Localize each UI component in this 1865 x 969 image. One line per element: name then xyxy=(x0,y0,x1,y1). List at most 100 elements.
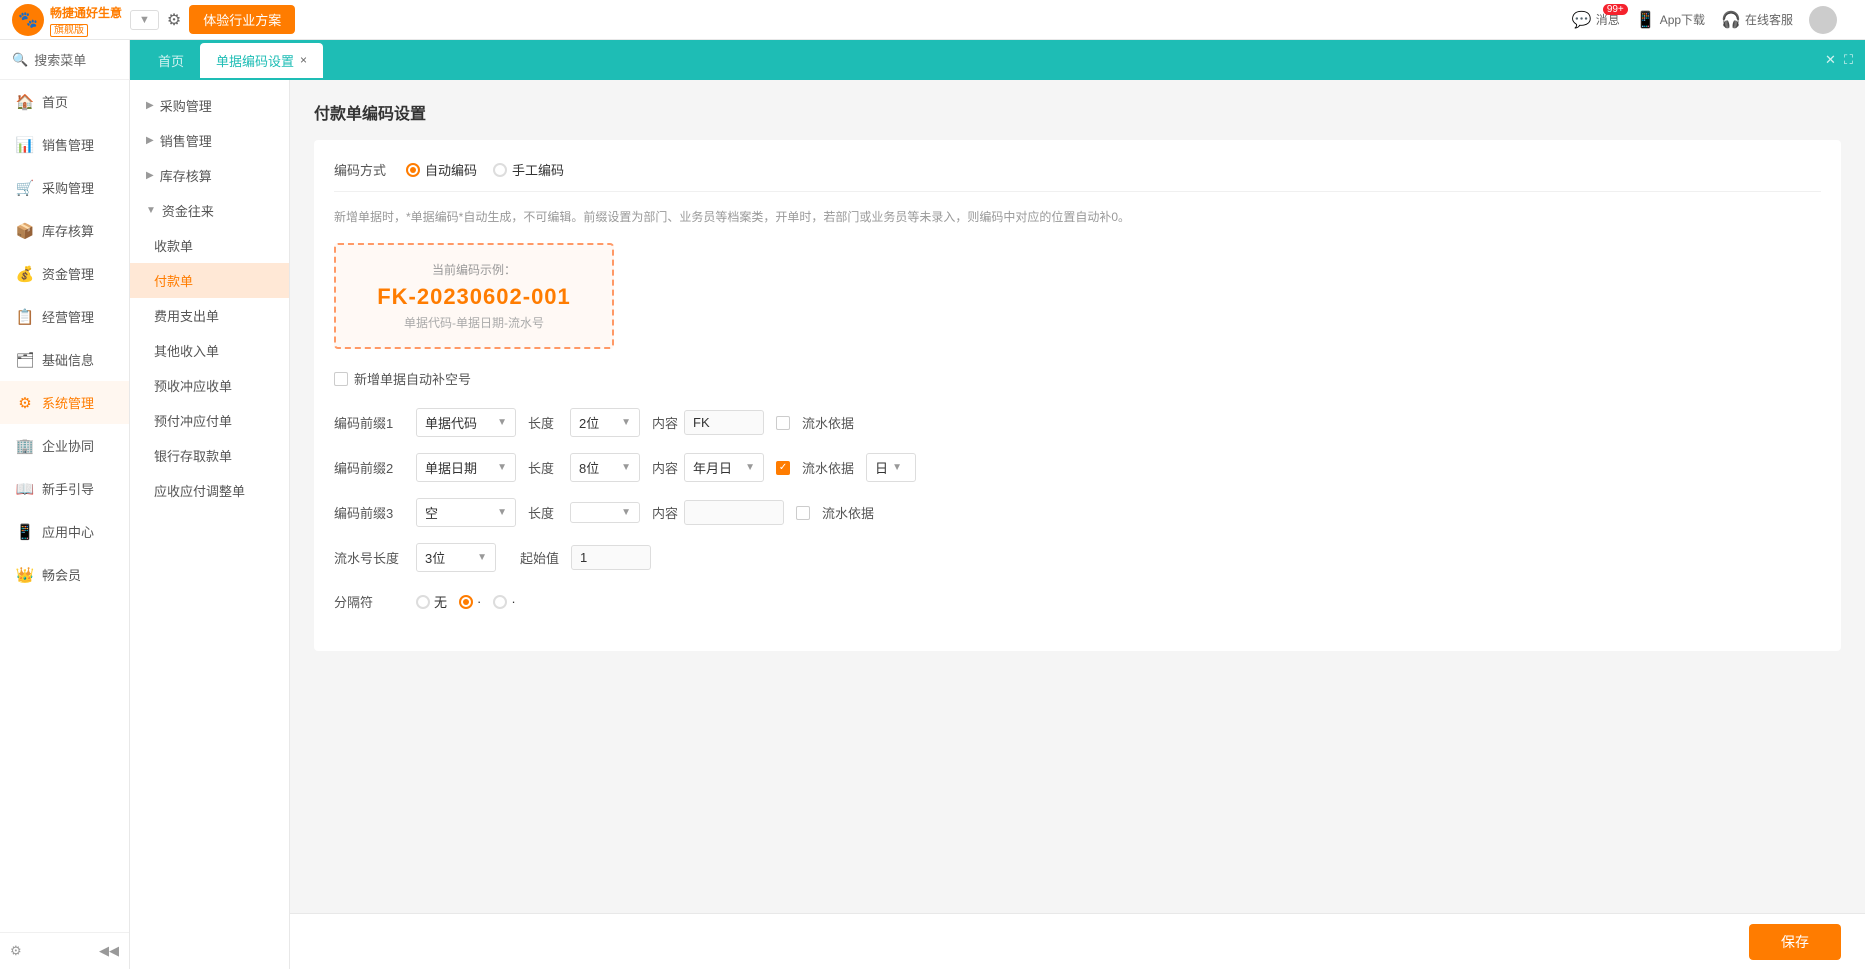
sub-item-prepay-recv[interactable]: 预收冲应收单 xyxy=(130,368,289,403)
gear-btn[interactable]: ⚙ xyxy=(167,10,181,30)
sub-group-finance-title[interactable]: ▼ 资金往来 xyxy=(130,193,289,228)
sidebar-item-base[interactable]: 🗂 基础信息 xyxy=(0,338,129,381)
sidebar-item-purchase-label: 采购管理 xyxy=(42,178,94,197)
finance-icon: 💰 xyxy=(16,265,34,283)
sub-group-inventory-label: 库存核算 xyxy=(160,166,212,185)
prefix-2-select[interactable]: 单据日期 ▼ xyxy=(416,453,516,482)
prefix-1-content-input[interactable] xyxy=(684,410,764,435)
prefix-3-flow-label: 流水依据 xyxy=(822,503,874,522)
logo-area: 🐾 畅捷通好生意 旗舰版 xyxy=(12,4,122,36)
prefix-1-select[interactable]: 单据代码 ▼ xyxy=(416,408,516,437)
sidebar-item-inventory[interactable]: 📦 库存核算 xyxy=(0,209,129,252)
sub-group-inventory-title[interactable]: ▶ 库存核算 xyxy=(130,158,289,193)
auto-fill-label: 新增单据自动补空号 xyxy=(354,369,471,388)
sidebar-item-sales[interactable]: 📊 销售管理 xyxy=(0,123,129,166)
sep-option-dot1[interactable]: · xyxy=(459,594,481,609)
avatar xyxy=(1809,6,1837,34)
settings-bottom-icon[interactable]: ⚙ xyxy=(10,943,22,959)
top-bar: 🐾 畅捷通好生意 旗舰版 ▼ ⚙ 体验行业方案 💬 消息 99+ 📱 App下载… xyxy=(0,0,1865,40)
top-bar-left: 🐾 畅捷通好生意 旗舰版 ▼ ⚙ 体验行业方案 xyxy=(12,4,295,36)
separator-label: 分隔符 xyxy=(334,592,404,611)
serial-length-value: 3位 xyxy=(425,548,445,567)
tab-encoding[interactable]: 单据编码设置 × xyxy=(200,43,323,78)
radio-auto-label: 自动编码 xyxy=(425,160,477,179)
collapse-icon[interactable]: ◀◀ xyxy=(99,943,119,959)
prefix-2-flow-checkbox[interactable] xyxy=(776,461,790,475)
msg-badge: 99+ xyxy=(1603,4,1628,15)
sub-item-prepay-pay[interactable]: 预付冲应付单 xyxy=(130,403,289,438)
sub-group-purchase-title[interactable]: ▶ 采购管理 xyxy=(130,88,289,123)
sidebar-item-app-label: 应用中心 xyxy=(42,522,94,541)
serial-length-select[interactable]: 3位 ▼ xyxy=(416,543,496,572)
sep-option-none[interactable]: 无 xyxy=(416,592,447,611)
serial-start-input[interactable] xyxy=(571,545,651,570)
tab-home-label: 首页 xyxy=(158,51,184,70)
sidebar-item-finance-label: 资金管理 xyxy=(42,264,94,283)
sub-item-payment[interactable]: 付款单 xyxy=(130,263,289,298)
sidebar-item-base-label: 基础信息 xyxy=(42,350,94,369)
sidebar-item-purchase[interactable]: 🛒 采购管理 xyxy=(0,166,129,209)
sidebar-item-corp[interactable]: 🏢 企业协同 xyxy=(0,424,129,467)
search-icon: 🔍 xyxy=(12,52,28,68)
prefix-1-content-label: 内容 xyxy=(652,413,678,432)
online-service[interactable]: 🎧 在线客服 xyxy=(1721,10,1793,30)
logo-text: 畅捷通好生意 旗舰版 xyxy=(50,4,122,36)
notice-text: 新增单据时，*单据编码*自动生成，不可编辑。前缀设置为部门、业务员等档案类，开单… xyxy=(334,208,1821,227)
radio-manual[interactable]: 手工编码 xyxy=(493,160,564,179)
radio-auto-dot xyxy=(406,163,420,177)
search-menu[interactable]: 🔍 搜索菜单 xyxy=(0,40,129,80)
prefix-1-label: 编码前缀1 xyxy=(334,413,404,432)
dropdown-btn[interactable]: ▼ xyxy=(130,10,159,30)
sub-item-income[interactable]: 其他收入单 xyxy=(130,333,289,368)
sub-item-adjust[interactable]: 应收应付调整单 xyxy=(130,473,289,508)
sidebar-item-member[interactable]: 👑 畅会员 xyxy=(0,553,129,596)
sidebar-item-operation[interactable]: 📋 经营管理 xyxy=(0,295,129,338)
tab-close-btn[interactable]: × xyxy=(300,53,307,67)
sidebar-item-member-label: 畅会员 xyxy=(42,565,81,584)
prefix-3-length-label: 长度 xyxy=(528,503,554,522)
sidebar-item-home[interactable]: 🏠 首页 xyxy=(0,80,129,123)
prefix-1-flow-checkbox[interactable] xyxy=(776,416,790,430)
sub-item-income-label: 其他收入单 xyxy=(154,344,219,359)
prefix-1-length-select[interactable]: 2位 ▼ xyxy=(570,408,640,437)
sep-option-dot2[interactable]: · xyxy=(493,594,515,609)
sidebar-item-guide-label: 新手引导 xyxy=(42,479,94,498)
prefix-2-date-select[interactable]: 日 ▼ xyxy=(866,453,916,482)
app-download[interactable]: 📱 App下载 xyxy=(1636,10,1705,30)
experience-button[interactable]: 体验行业方案 xyxy=(189,5,295,34)
sub-item-bank[interactable]: 银行存取款单 xyxy=(130,438,289,473)
radio-manual-label: 手工编码 xyxy=(512,160,564,179)
message-area[interactable]: 💬 消息 99+ xyxy=(1572,10,1620,30)
collapse-tab-icon[interactable]: ✕ xyxy=(1825,52,1836,68)
save-button[interactable]: 保存 xyxy=(1749,924,1841,960)
prefix-3-length-arrow-icon: ▼ xyxy=(621,507,631,518)
prefix-2-content-select[interactable]: 年月日 ▼ xyxy=(684,453,764,482)
prefix-3-flow-checkbox[interactable] xyxy=(796,506,810,520)
sub-group-sales-title[interactable]: ▶ 销售管理 xyxy=(130,123,289,158)
prefix-1-length-value: 2位 xyxy=(579,413,599,432)
prefix-1-length-arrow-icon: ▼ xyxy=(621,417,631,428)
prefix-2-date-arrow-icon: ▼ xyxy=(892,462,902,473)
sub-item-expense[interactable]: 费用支出单 xyxy=(130,298,289,333)
expand-tab-icon[interactable]: ⛶ xyxy=(1844,52,1853,68)
sep-options: 无 · · xyxy=(416,592,516,611)
radio-manual-dot xyxy=(493,163,507,177)
serial-row: 流水号长度 3位 ▼ 起始值 xyxy=(334,543,1821,572)
sidebar-item-finance[interactable]: 💰 资金管理 xyxy=(0,252,129,295)
sidebar-item-system[interactable]: ⚙ 系统管理 xyxy=(0,381,129,424)
sidebar-item-app[interactable]: 📱 应用中心 xyxy=(0,510,129,553)
tab-home[interactable]: 首页 xyxy=(142,43,200,78)
sidebar-item-guide[interactable]: 📖 新手引导 xyxy=(0,467,129,510)
radio-auto[interactable]: 自动编码 xyxy=(406,160,477,179)
prefix-2-length-select[interactable]: 8位 ▼ xyxy=(570,453,640,482)
member-icon: 👑 xyxy=(16,566,34,584)
prefix-3-select[interactable]: 空 ▼ xyxy=(416,498,516,527)
prefix-1-select-value: 单据代码 xyxy=(425,413,477,432)
prefix-3-length-select[interactable]: ▼ xyxy=(570,502,640,523)
prefix-3-content: 内容 xyxy=(652,500,784,525)
sub-item-receipt[interactable]: 收款单 xyxy=(130,228,289,263)
serial-length-label: 流水号长度 xyxy=(334,548,404,567)
prefix-3-content-input[interactable] xyxy=(684,500,784,525)
auto-fill-checkbox[interactable] xyxy=(334,372,348,386)
corp-icon: 🏢 xyxy=(16,437,34,455)
